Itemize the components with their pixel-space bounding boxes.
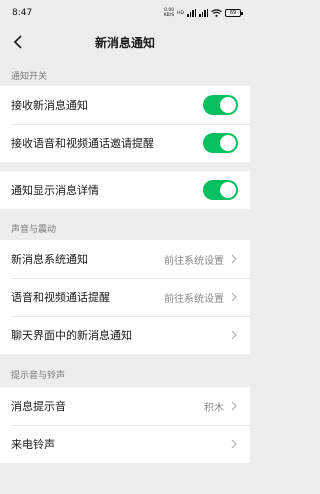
row-value: 积木 <box>204 402 224 414</box>
row-show-details: 通知显示消息详情 <box>0 171 250 209</box>
row-incoming-ringtone[interactable]: 来电铃声 <box>0 425 250 463</box>
tone-ringtone-group: 消息提示音 积木 来电铃声 <box>0 387 250 463</box>
details-group: 通知显示消息详情 <box>0 171 250 209</box>
chevron-right-icon <box>230 253 238 265</box>
row-right: 前往系统设置 <box>164 252 238 267</box>
status-bar: 8:47 0.00 KB/S HD 69 <box>0 0 250 26</box>
notify-switch-group: 接收新消息通知 接收语音和视频通话邀请提醒 <box>0 86 250 162</box>
chevron-right-icon <box>230 291 238 303</box>
row-right: 前往系统设置 <box>164 290 238 305</box>
section-header-tone-ringtone: 提示音与铃声 <box>11 370 66 381</box>
hd-label: HD <box>177 10 184 16</box>
row-right <box>230 438 238 450</box>
row-label: 消息提示音 <box>11 400 66 413</box>
row-call-reminder[interactable]: 语音和视频通话提醒 前往系统设置 <box>0 278 250 316</box>
row-label: 接收新消息通知 <box>11 99 88 112</box>
sound-vibration-group: 新消息系统通知 前往系统设置 语音和视频通话提醒 前往系统设置 聊天界面中的新消… <box>0 240 250 354</box>
network-speed: 0.00 KB/S <box>163 8 175 18</box>
wifi-icon <box>211 9 222 17</box>
section-header-sound-vibration: 声音与震动 <box>11 224 57 235</box>
voice-video-invite-toggle[interactable] <box>203 133 238 153</box>
status-icons: 0.00 KB/S HD 69 <box>163 8 243 18</box>
row-voice-video-invite: 接收语音和视频通话邀请提醒 <box>0 124 250 162</box>
row-chat-notify[interactable]: 聊天界面中的新消息通知 <box>0 316 250 354</box>
chevron-right-icon <box>230 329 238 341</box>
toggle-knob <box>220 135 236 151</box>
row-label: 来电铃声 <box>11 438 55 451</box>
row-label: 新消息系统通知 <box>11 253 88 266</box>
row-value: 前往系统设置 <box>164 293 224 305</box>
row-label: 通知显示消息详情 <box>11 184 99 197</box>
row-receive-new-message: 接收新消息通知 <box>0 86 250 124</box>
battery-icon: 69 <box>225 9 243 17</box>
show-details-toggle[interactable] <box>203 180 238 200</box>
toggle-knob <box>220 97 236 113</box>
chevron-right-icon <box>230 400 238 412</box>
row-right: 积木 <box>204 399 238 414</box>
chevron-right-icon <box>230 438 238 450</box>
row-right <box>230 329 238 341</box>
signal-icon <box>187 9 196 17</box>
toggle-knob <box>220 182 236 198</box>
back-button[interactable] <box>6 30 30 54</box>
back-arrow-icon <box>13 35 22 49</box>
row-label: 接收语音和视频通话邀请提醒 <box>11 137 154 150</box>
row-value: 前往系统设置 <box>164 255 224 267</box>
row-label: 聊天界面中的新消息通知 <box>11 329 132 342</box>
page-title: 新消息通知 <box>94 35 155 50</box>
section-header-notify-switch: 通知开关 <box>11 71 48 82</box>
row-message-tone[interactable]: 消息提示音 积木 <box>0 387 250 425</box>
receive-new-message-toggle[interactable] <box>203 95 238 115</box>
row-system-notify[interactable]: 新消息系统通知 前往系统设置 <box>0 240 250 278</box>
nav-bar: 新消息通知 <box>0 26 250 58</box>
row-label: 语音和视频通话提醒 <box>11 291 110 304</box>
signal-icon <box>199 9 208 17</box>
status-time: 8:47 <box>12 8 33 18</box>
